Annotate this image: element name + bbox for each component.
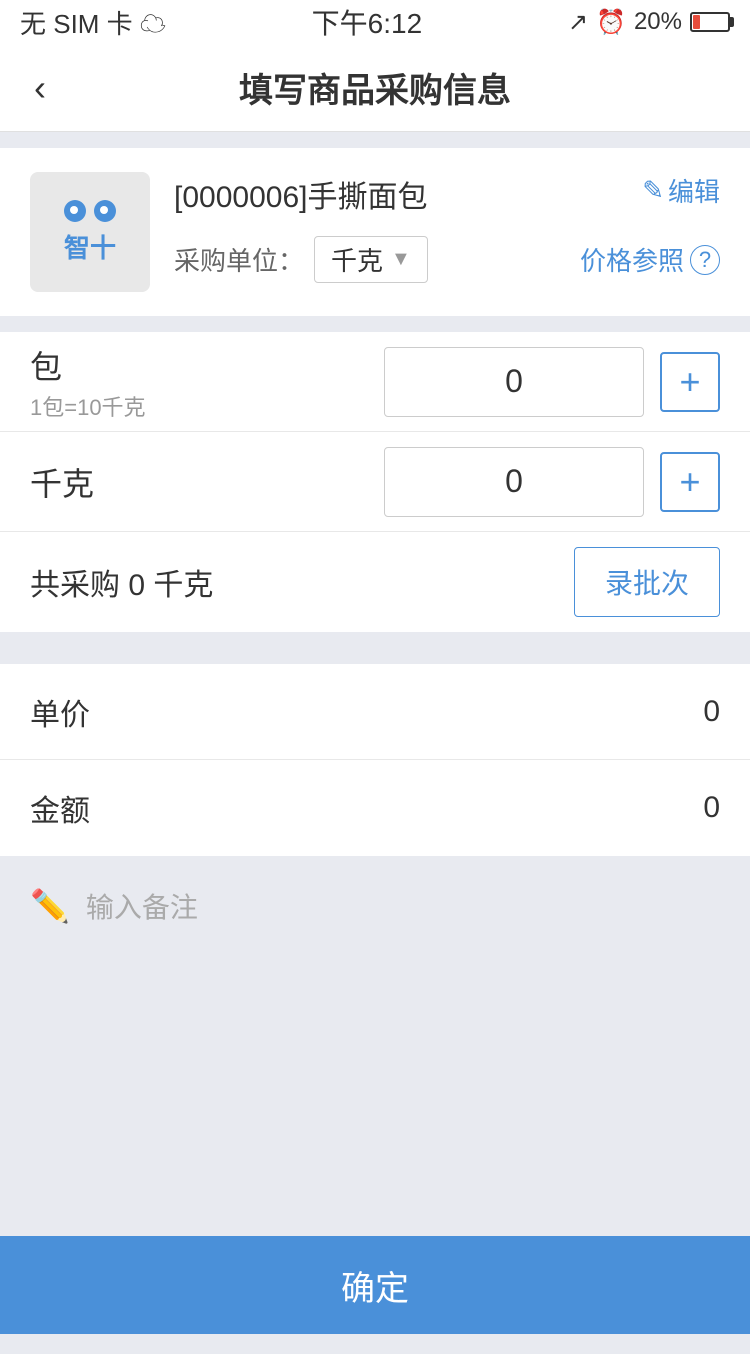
bottom-spacer (0, 956, 750, 1256)
battery-percent: 20% (634, 8, 682, 36)
status-right: ↗ ⏰ 20% (568, 8, 730, 37)
unit-select[interactable]: 千克 ▼ (314, 236, 428, 283)
section-divider-2 (0, 632, 750, 648)
help-icon: ? (690, 245, 720, 275)
kg-label: 千克 (30, 459, 190, 505)
amount-row: 金额 0 (0, 760, 750, 856)
navigation-icon: ↗ (568, 8, 588, 37)
edit-button[interactable]: ✎ 编辑 (642, 172, 720, 209)
edit-icon: ✎ (642, 175, 664, 206)
page-title: 填写商品采购信息 (239, 63, 511, 112)
product-logo: 智十 (64, 200, 116, 265)
summary-text: 共采购 0 千克 (30, 560, 213, 604)
price-ref-label: 价格参照 (580, 241, 684, 278)
status-left: 无 SIM 卡 ☁ (20, 4, 166, 41)
unit-value: 千克 (331, 241, 383, 278)
kg-plus-button[interactable]: + (660, 452, 720, 512)
bag-sublabel: 1包=10千克 (30, 390, 190, 422)
bag-label-group: 包 1包=10千克 (30, 342, 190, 422)
status-bar: 无 SIM 卡 ☁ 下午6:12 ↗ ⏰ 20% (0, 0, 750, 44)
summary-row: 共采购 0 千克 录批次 (0, 532, 750, 632)
product-header: [0000006]手撕面包 ✎ 编辑 (174, 172, 720, 216)
logo-text: 智十 (64, 228, 116, 265)
bag-plus-button[interactable]: + (660, 352, 720, 412)
batch-button[interactable]: 录批次 (574, 547, 720, 617)
pencil-icon: ✏️ (30, 887, 70, 925)
product-image: 智十 (30, 172, 150, 292)
product-card: 智十 [0000006]手撕面包 ✎ 编辑 采购单位： 千克 ▼ (0, 148, 750, 316)
section-divider-1 (0, 316, 750, 332)
kg-input-row: 千克 + (0, 432, 750, 532)
unit-row: 采购单位： 千克 ▼ 价格参照 ? (174, 236, 720, 283)
price-ref-button[interactable]: 价格参照 ? (580, 241, 720, 278)
edit-label: 编辑 (668, 172, 720, 209)
unit-price-value: 0 (703, 695, 720, 729)
unit-dropdown-arrow: ▼ (391, 248, 411, 271)
confirm-bar[interactable]: 确定 (0, 1236, 750, 1334)
status-time: 下午6:12 (312, 2, 423, 42)
kg-input-wrap: + (190, 447, 720, 517)
product-name: [0000006]手撕面包 (174, 172, 427, 216)
notes-placeholder: 输入备注 (86, 886, 198, 926)
nav-bar: ‹ 填写商品采购信息 (0, 44, 750, 132)
product-info: [0000006]手撕面包 ✎ 编辑 采购单位： 千克 ▼ 价格参照 ? (174, 172, 720, 283)
detail-section: 单价 0 金额 0 (0, 664, 750, 856)
confirm-button[interactable]: 确定 (341, 1261, 409, 1310)
sim-status: 无 SIM 卡 ☁ (20, 4, 166, 41)
kg-label-group: 千克 (30, 459, 190, 505)
unit-label: 采购单位： (174, 241, 304, 278)
back-button[interactable]: ‹ (0, 44, 80, 132)
bag-input-section: 包 1包=10千克 + 千克 + 共采购 0 千克 录批次 (0, 332, 750, 632)
kg-input[interactable] (384, 447, 644, 517)
bag-input-wrap: + (190, 347, 720, 417)
battery-icon (690, 12, 730, 32)
bag-input-row: 包 1包=10千克 + (0, 332, 750, 432)
unit-price-label: 单价 (30, 690, 90, 734)
notes-section[interactable]: ✏️ 输入备注 (0, 856, 750, 956)
amount-value: 0 (703, 791, 720, 825)
amount-label: 金额 (30, 786, 90, 830)
bag-input[interactable] (384, 347, 644, 417)
bag-label: 包 (30, 342, 190, 388)
unit-price-row: 单价 0 (0, 664, 750, 760)
alarm-icon: ⏰ (596, 8, 626, 37)
